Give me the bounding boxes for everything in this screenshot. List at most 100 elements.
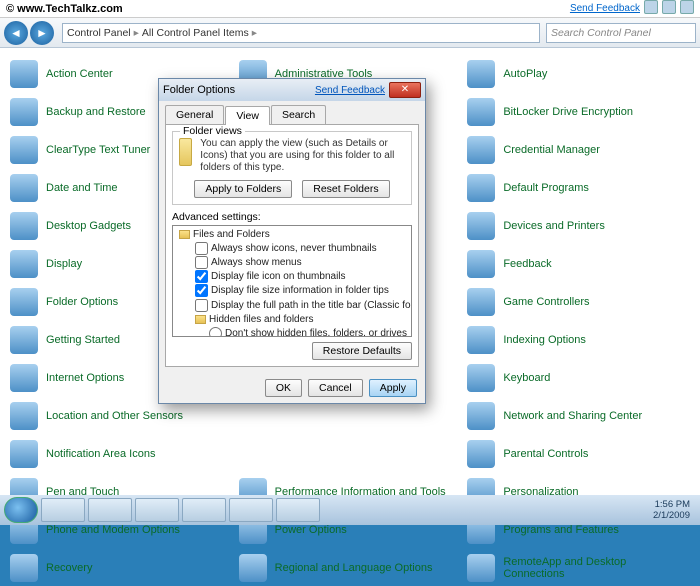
ok-button[interactable]: OK: [265, 379, 302, 397]
advanced-settings-tree[interactable]: Files and FoldersAlways show icons, neve…: [172, 225, 412, 337]
app-icon: [467, 98, 495, 126]
checkbox-input[interactable]: [195, 242, 208, 255]
dialog-titlebar: Folder Options Send Feedback ✕: [159, 79, 425, 101]
app-icon: [467, 250, 495, 278]
item-label: Display: [46, 258, 82, 270]
control-panel-item[interactable]: Keyboard: [467, 360, 690, 396]
control-panel-item[interactable]: Feedback: [467, 246, 690, 282]
taskbar-item[interactable]: [135, 498, 179, 522]
tree-option[interactable]: Always show menus: [175, 256, 409, 270]
dialog-title: Folder Options: [163, 84, 235, 96]
app-icon: [10, 402, 38, 430]
control-panel-item[interactable]: Default Programs: [467, 170, 690, 206]
watermark-bar: © www.TechTalkz.com Send Feedback: [0, 0, 700, 18]
checkbox-input[interactable]: [195, 284, 208, 297]
folder-views-group: Folder views You can apply the view (suc…: [172, 131, 412, 205]
apply-to-folders-button[interactable]: Apply to Folders: [194, 180, 292, 198]
item-label: RemoteApp and Desktop Connections: [503, 556, 690, 580]
item-label: Location and Other Sensors: [46, 410, 183, 422]
item-label: ClearType Text Tuner: [46, 144, 150, 156]
folder-icon: [195, 315, 206, 324]
reset-folders-button[interactable]: Reset Folders: [302, 180, 389, 198]
item-label: Action Center: [46, 68, 113, 80]
radio-input[interactable]: [209, 327, 222, 337]
dialog-feedback-link[interactable]: Send Feedback: [315, 85, 385, 96]
control-panel-item[interactable]: BitLocker Drive Encryption: [467, 94, 690, 130]
folder-options-dialog: Folder Options Send Feedback ✕ General V…: [158, 78, 426, 404]
control-panel-item[interactable]: AutoPlay: [467, 56, 690, 92]
tree-option[interactable]: Display the full path in the title bar (…: [175, 299, 409, 313]
window-controls: [640, 0, 694, 17]
apply-button[interactable]: Apply: [369, 379, 417, 397]
checkbox-input[interactable]: [195, 270, 208, 283]
max-icon[interactable]: [662, 0, 676, 14]
item-label: BitLocker Drive Encryption: [503, 106, 633, 118]
min-icon[interactable]: [644, 0, 658, 14]
item-label: Notification Area Icons: [46, 448, 155, 460]
control-panel-item[interactable]: Notification Area Icons: [10, 436, 233, 472]
control-panel-item[interactable]: Network and Sharing Center: [467, 398, 690, 434]
item-label: Keyboard: [503, 372, 550, 384]
control-panel-item[interactable]: Regional and Language Options: [239, 550, 462, 586]
app-icon: [239, 554, 267, 582]
app-icon: [467, 212, 495, 240]
search-input[interactable]: Search Control Panel: [546, 23, 696, 43]
tree-option[interactable]: Display file icon on thumbnails: [175, 270, 409, 284]
close-icon[interactable]: [680, 0, 694, 14]
control-panel-item[interactable]: Devices and Printers: [467, 208, 690, 244]
forward-button[interactable]: ►: [30, 21, 54, 45]
app-icon: [10, 554, 38, 582]
item-label: Recovery: [46, 562, 92, 574]
breadcrumb[interactable]: Control Panel▸ All Control Panel Items▸: [62, 23, 540, 43]
app-icon: [10, 174, 38, 202]
taskbar-item[interactable]: [182, 498, 226, 522]
taskbar-item[interactable]: [88, 498, 132, 522]
item-label: Desktop Gadgets: [46, 220, 131, 232]
dialog-buttons: OK Cancel Apply: [159, 373, 425, 403]
taskbar-item[interactable]: [229, 498, 273, 522]
tree-subheader: Hidden files and folders: [175, 313, 409, 327]
clock-time: 1:56 PM: [653, 499, 690, 510]
folder-icon: [179, 230, 190, 239]
checkbox-input[interactable]: [195, 256, 208, 269]
taskbar-item[interactable]: [276, 498, 320, 522]
breadcrumb-part[interactable]: All Control Panel Items: [142, 27, 249, 39]
control-panel-item[interactable]: Game Controllers: [467, 284, 690, 320]
tree-option[interactable]: Always show icons, never thumbnails: [175, 242, 409, 256]
folder-views-text: You can apply the view (such as Details …: [200, 138, 405, 174]
breadcrumb-part[interactable]: Control Panel: [67, 27, 131, 39]
dialog-close-button[interactable]: ✕: [389, 82, 421, 98]
tray-clock[interactable]: 1:56 PM 2/1/2009: [653, 499, 696, 521]
tree-option[interactable]: Don't show hidden files, folders, or dri…: [175, 327, 409, 337]
restore-defaults-button[interactable]: Restore Defaults: [312, 342, 412, 360]
app-icon: [10, 288, 38, 316]
item-label: Getting Started: [46, 334, 120, 346]
item-label: Default Programs: [503, 182, 589, 194]
app-icon: [467, 440, 495, 468]
tab-general[interactable]: General: [165, 105, 224, 124]
advanced-settings-label: Advanced settings:: [172, 211, 412, 223]
app-icon: [10, 212, 38, 240]
app-icon: [467, 326, 495, 354]
back-button[interactable]: ◄: [4, 21, 28, 45]
app-icon: [467, 554, 495, 582]
cancel-button[interactable]: Cancel: [308, 379, 363, 397]
tab-search[interactable]: Search: [271, 105, 326, 124]
app-icon: [10, 136, 38, 164]
control-panel-item[interactable]: Parental Controls: [467, 436, 690, 472]
control-panel-item[interactable]: Credential Manager: [467, 132, 690, 168]
control-panel-item[interactable]: Indexing Options: [467, 322, 690, 358]
group-title: Folder views: [180, 125, 245, 137]
start-button[interactable]: [4, 497, 38, 523]
app-icon: [467, 364, 495, 392]
control-panel-item[interactable]: RemoteApp and Desktop Connections: [467, 550, 690, 586]
item-label: Regional and Language Options: [275, 562, 433, 574]
dialog-tabs: General View Search: [159, 101, 425, 124]
control-panel-item[interactable]: Recovery: [10, 550, 233, 586]
tree-option[interactable]: Display file size information in folder …: [175, 284, 409, 298]
send-feedback-link[interactable]: Send Feedback: [570, 3, 640, 14]
checkbox-input[interactable]: [195, 299, 208, 312]
tab-view[interactable]: View: [225, 106, 270, 125]
taskbar-item[interactable]: [41, 498, 85, 522]
item-label: Internet Options: [46, 372, 124, 384]
